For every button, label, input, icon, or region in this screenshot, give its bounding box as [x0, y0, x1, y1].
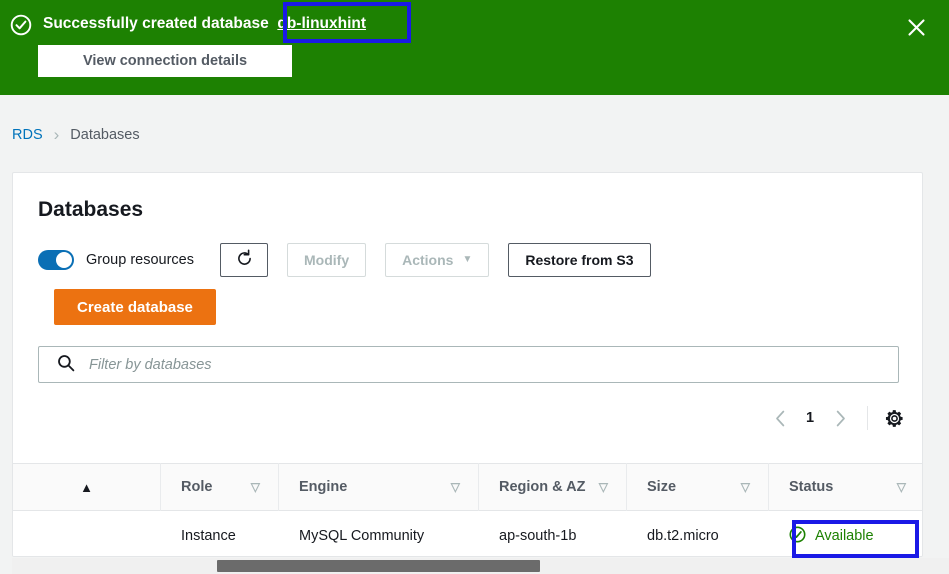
sort-icon: ▽ [598, 480, 608, 494]
banner-message-prefix: Successfully created database [43, 15, 269, 32]
status-badge: Available [789, 526, 874, 547]
table-header-row: ▲ Role ▽ Engine ▽ Region & AZ ▽ Size ▽ S… [13, 463, 922, 511]
horizontal-scrollbar-track[interactable] [12, 558, 949, 574]
table-cell-region-az: ap-south-1b [499, 528, 577, 544]
pagination: 1 [765, 401, 906, 435]
toggle-switch[interactable] [38, 250, 74, 270]
refresh-button[interactable] [220, 243, 268, 277]
database-name-link[interactable]: db-linuxhint [277, 15, 366, 32]
actions-label: Actions [402, 252, 454, 268]
databases-panel: Databases Group resources Modify Actions… [12, 172, 923, 557]
toolbar: Group resources Modify Actions ▼ Restore… [38, 243, 651, 277]
column-header-region-az[interactable]: Region & AZ ▽ [479, 463, 627, 511]
status-label: Available [815, 528, 874, 544]
view-connection-details-button[interactable]: View connection details [38, 45, 292, 77]
table-cell-engine: MySQL Community [299, 528, 425, 544]
actions-button[interactable]: Actions ▼ [385, 243, 490, 277]
group-resources-label: Group resources [86, 252, 194, 268]
create-database-button[interactable]: Create database [54, 289, 216, 325]
breadcrumb-item-databases: Databases [70, 126, 140, 143]
banner-message: Successfully created database db-linuxhi… [43, 13, 366, 35]
table-cell-status: Available [769, 511, 922, 556]
filter-databases-search[interactable] [38, 346, 899, 383]
table-cell-size: db.t2.micro [647, 528, 719, 544]
column-header-select[interactable]: ▲ [13, 463, 161, 511]
breadcrumb: RDS › Databases [12, 126, 140, 143]
pagination-divider [867, 406, 868, 430]
page-title: Databases [38, 198, 144, 221]
restore-from-s3-button[interactable]: Restore from S3 [508, 243, 651, 277]
table-row[interactable]: Instance MySQL Community ap-south-1b db.… [13, 511, 922, 556]
chevron-right-icon[interactable] [825, 403, 855, 433]
success-banner: Successfully created database db-linuxhi… [0, 0, 949, 95]
chevron-down-icon: ▼ [462, 254, 473, 265]
check-circle-icon [789, 526, 806, 547]
table-cell-select[interactable] [13, 511, 161, 556]
sort-icon: ▽ [740, 480, 750, 494]
sort-icon: ▽ [250, 480, 260, 494]
breadcrumb-separator-icon: › [53, 125, 60, 144]
column-header-role-label: Role [181, 479, 213, 495]
close-icon[interactable] [899, 10, 933, 44]
column-header-role[interactable]: Role ▽ [161, 463, 279, 511]
table-cell-role: Instance [181, 528, 236, 544]
search-input[interactable] [89, 356, 888, 373]
column-header-size-label: Size [647, 479, 677, 495]
horizontal-scrollbar-thumb[interactable] [217, 560, 540, 572]
chevron-left-icon[interactable] [765, 403, 795, 433]
sort-icon: ▽ [450, 480, 460, 494]
column-header-region-az-label: Region & AZ [499, 479, 586, 495]
sort-ascending-icon: ▲ [80, 479, 93, 495]
banner-message-row: Successfully created database db-linuxhi… [10, 13, 366, 36]
gear-icon[interactable] [882, 406, 906, 430]
sort-icon: ▽ [896, 480, 906, 494]
databases-table: ▲ Role ▽ Engine ▽ Region & AZ ▽ Size ▽ S… [13, 463, 922, 556]
column-header-status[interactable]: Status ▽ [769, 463, 922, 511]
column-header-status-label: Status [789, 479, 834, 495]
group-resources-toggle[interactable]: Group resources [38, 250, 194, 270]
search-icon [57, 354, 75, 375]
modify-button[interactable]: Modify [287, 243, 367, 277]
column-header-engine[interactable]: Engine ▽ [279, 463, 479, 511]
check-circle-icon [10, 14, 32, 36]
column-header-size[interactable]: Size ▽ [627, 463, 769, 511]
refresh-icon [235, 249, 254, 271]
page-number[interactable]: 1 [795, 410, 825, 426]
column-header-engine-label: Engine [299, 479, 348, 495]
breadcrumb-item-rds[interactable]: RDS [12, 127, 43, 143]
